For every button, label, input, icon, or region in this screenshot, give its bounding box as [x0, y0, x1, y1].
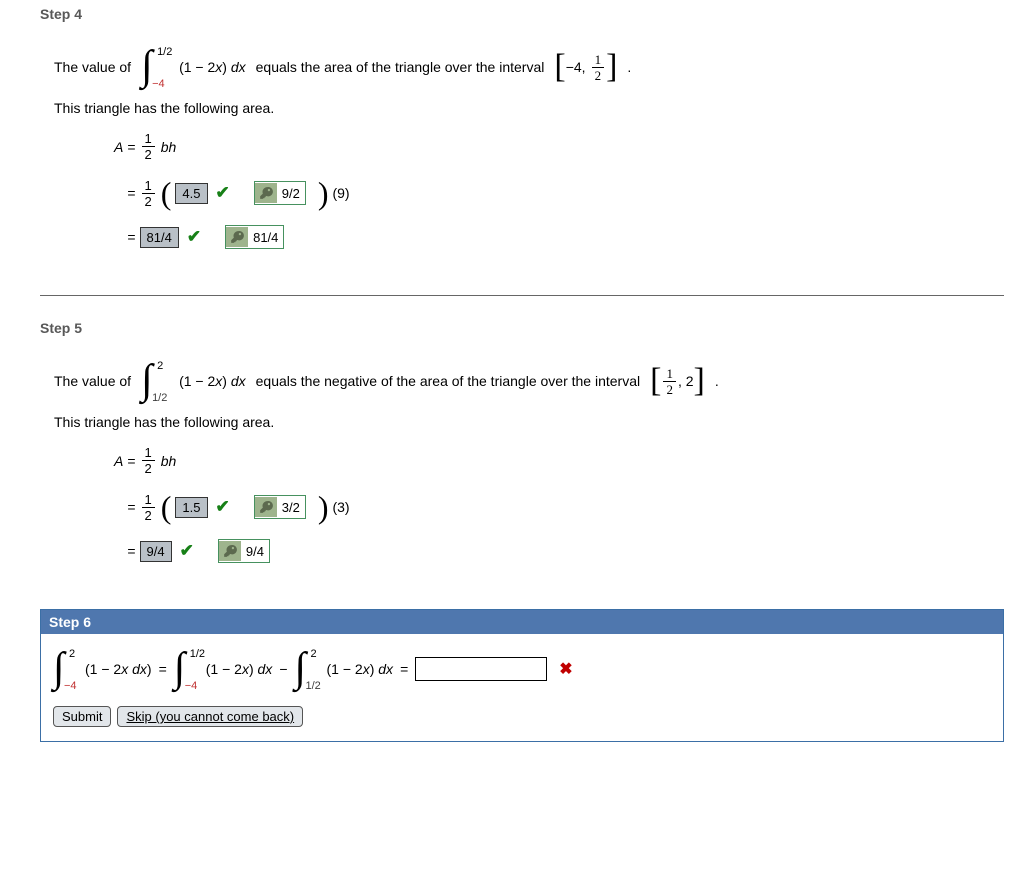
answer-box[interactable]: 9/4	[140, 541, 172, 562]
formula-row-3: A = 81/4 ✔ 81/4	[114, 225, 1004, 249]
answer-box[interactable]: 1.5	[175, 497, 207, 518]
period: .	[627, 59, 631, 75]
key-icon	[255, 497, 277, 517]
key-icon	[226, 227, 248, 247]
key-icon	[219, 541, 241, 561]
submit-button[interactable]: Submit	[53, 706, 111, 727]
check-icon: ✔	[216, 183, 230, 203]
suffix: (9)	[332, 185, 349, 201]
formula-row-3: A = 9/4 ✔ 9/4	[114, 539, 1004, 563]
interval: [ 12 , 2 ]	[650, 364, 705, 398]
key-icon	[255, 183, 277, 203]
divider	[40, 295, 1004, 296]
answer-box[interactable]: 81/4	[140, 227, 179, 248]
integrand: (1 − 2x) dx	[179, 373, 246, 389]
integral-icon: ∫ 2 1/2	[141, 360, 169, 402]
integrand: (1 − 2x dx)	[85, 661, 152, 677]
step4-area-intro: This triangle has the following area.	[54, 100, 1004, 116]
text: equals the area of the triangle over the…	[256, 59, 545, 75]
step5-line1: The value of ∫ 2 1/2 (1 − 2x) dx equals …	[54, 360, 1004, 402]
check-icon: ✔	[216, 497, 230, 517]
text: equals the negative of the area of the t…	[256, 373, 640, 389]
check-icon: ✔	[180, 541, 194, 561]
step4-header: Step 4	[40, 0, 1004, 28]
step4-panel: The value of ∫ 1/2 −4 (1 − 2x) dx equals…	[40, 28, 1004, 285]
cross-icon: ✖	[559, 659, 572, 679]
skip-button[interactable]: Skip (you cannot come back)	[117, 706, 303, 727]
answer-input[interactable]	[415, 657, 547, 681]
formula-row-1: A = 12 bh	[114, 132, 1004, 161]
check-icon: ✔	[187, 227, 201, 247]
integral-icon: ∫ 2 −4	[53, 648, 81, 690]
integrand: (1 − 2x) dx	[327, 661, 394, 677]
key-answer: 9/4	[218, 539, 270, 563]
integral-icon: ∫ 1/2 −4	[141, 46, 169, 88]
key-answer: 9/2	[254, 181, 306, 205]
formula-row-1: A = 12 bh	[114, 446, 1004, 475]
step4-line1: The value of ∫ 1/2 −4 (1 − 2x) dx equals…	[54, 46, 1004, 88]
suffix: (3)	[332, 499, 349, 515]
step6-equation: ∫ 2 −4 (1 − 2x dx) = ∫ 1/2 −4 (1 − 2x) d…	[53, 648, 991, 690]
text: The value of	[54, 373, 131, 389]
integral-icon: ∫ 2 1/2	[295, 648, 323, 690]
period: .	[715, 373, 719, 389]
key-answer: 81/4	[225, 225, 284, 249]
interval: [ −4, 12 ]	[554, 50, 617, 84]
step5-header: Step 5	[40, 314, 1004, 342]
key-answer: 3/2	[254, 495, 306, 519]
formula-row-2: A = 12 ( 1.5 ✔ 3/2 ) (3)	[114, 491, 1004, 523]
step6-panel: Step 6 ∫ 2 −4 (1 − 2x dx) = ∫ 1/2 −4 (1 …	[40, 609, 1004, 742]
step5-area-intro: This triangle has the following area.	[54, 414, 1004, 430]
step5-panel: The value of ∫ 2 1/2 (1 − 2x) dx equals …	[40, 342, 1004, 599]
text: The value of	[54, 59, 131, 75]
answer-box[interactable]: 4.5	[175, 183, 207, 204]
integral-icon: ∫ 1/2 −4	[174, 648, 202, 690]
integrand: (1 − 2x) dx	[206, 661, 273, 677]
formula-row-2: A = 12 ( 4.5 ✔ 9/2 ) (9)	[114, 177, 1004, 209]
step6-header: Step 6	[41, 610, 1003, 634]
integrand: (1 − 2x) dx	[179, 59, 246, 75]
